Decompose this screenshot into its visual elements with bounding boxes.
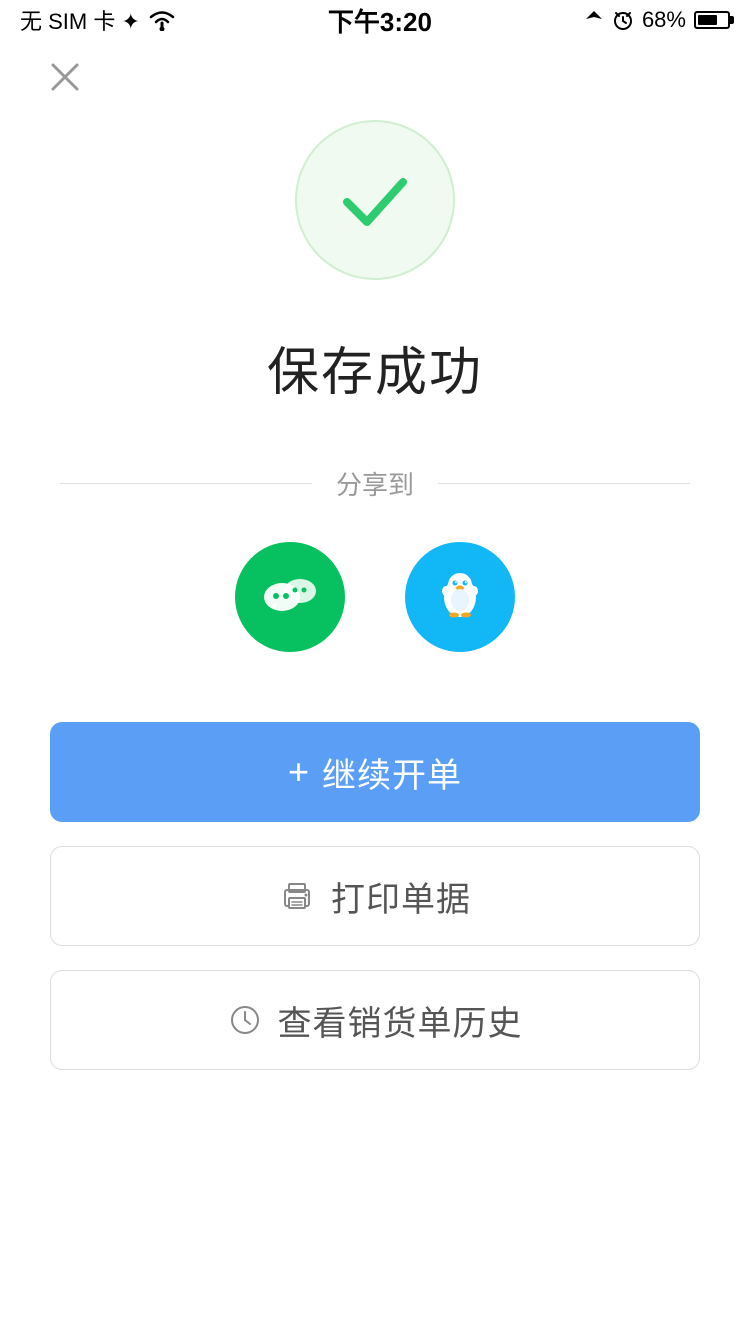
status-left: 无 SIM 卡 ✦ <box>20 4 176 36</box>
checkmark-icon <box>335 160 415 240</box>
success-title: 保存成功 <box>267 330 483 405</box>
continue-button[interactable]: + 继续开单 <box>50 722 700 822</box>
share-divider: 分享到 <box>0 465 750 502</box>
status-right: 68% <box>584 7 730 33</box>
qq-share-button[interactable] <box>405 542 515 652</box>
wechat-share-button[interactable] <box>235 542 345 652</box>
continue-label: 继续开单 <box>322 748 462 797</box>
history-button[interactable]: 查看销货单历史 <box>50 970 700 1070</box>
battery-icon <box>694 11 730 29</box>
divider-line-left <box>60 483 312 484</box>
clock-icon <box>228 1003 262 1037</box>
success-circle <box>295 120 455 280</box>
printer-icon <box>279 878 315 914</box>
history-label: 查看销货单历史 <box>278 996 523 1045</box>
status-time: 下午3:20 <box>328 2 432 39</box>
battery-percentage: 68% <box>642 7 686 33</box>
divider-line-right <box>438 483 690 484</box>
wechat-icon <box>258 565 323 630</box>
status-bar: 无 SIM 卡 ✦ 下午3:20 68% <box>0 0 750 40</box>
alarm-icon <box>612 9 634 31</box>
action-buttons: + 继续开单 打印单据 查看销货单历史 <box>0 722 750 1070</box>
print-button[interactable]: 打印单据 <box>50 846 700 946</box>
main-content: 保存成功 分享到 <box>0 40 750 1334</box>
qq-icon <box>428 565 493 630</box>
share-label: 分享到 <box>312 465 438 502</box>
continue-icon: + <box>288 751 310 793</box>
print-label: 打印单据 <box>331 872 471 921</box>
location-icon <box>584 9 604 31</box>
no-sim-text: 无 SIM 卡 ✦ <box>20 4 140 36</box>
share-icons <box>235 542 515 652</box>
wifi-icon <box>148 9 176 31</box>
